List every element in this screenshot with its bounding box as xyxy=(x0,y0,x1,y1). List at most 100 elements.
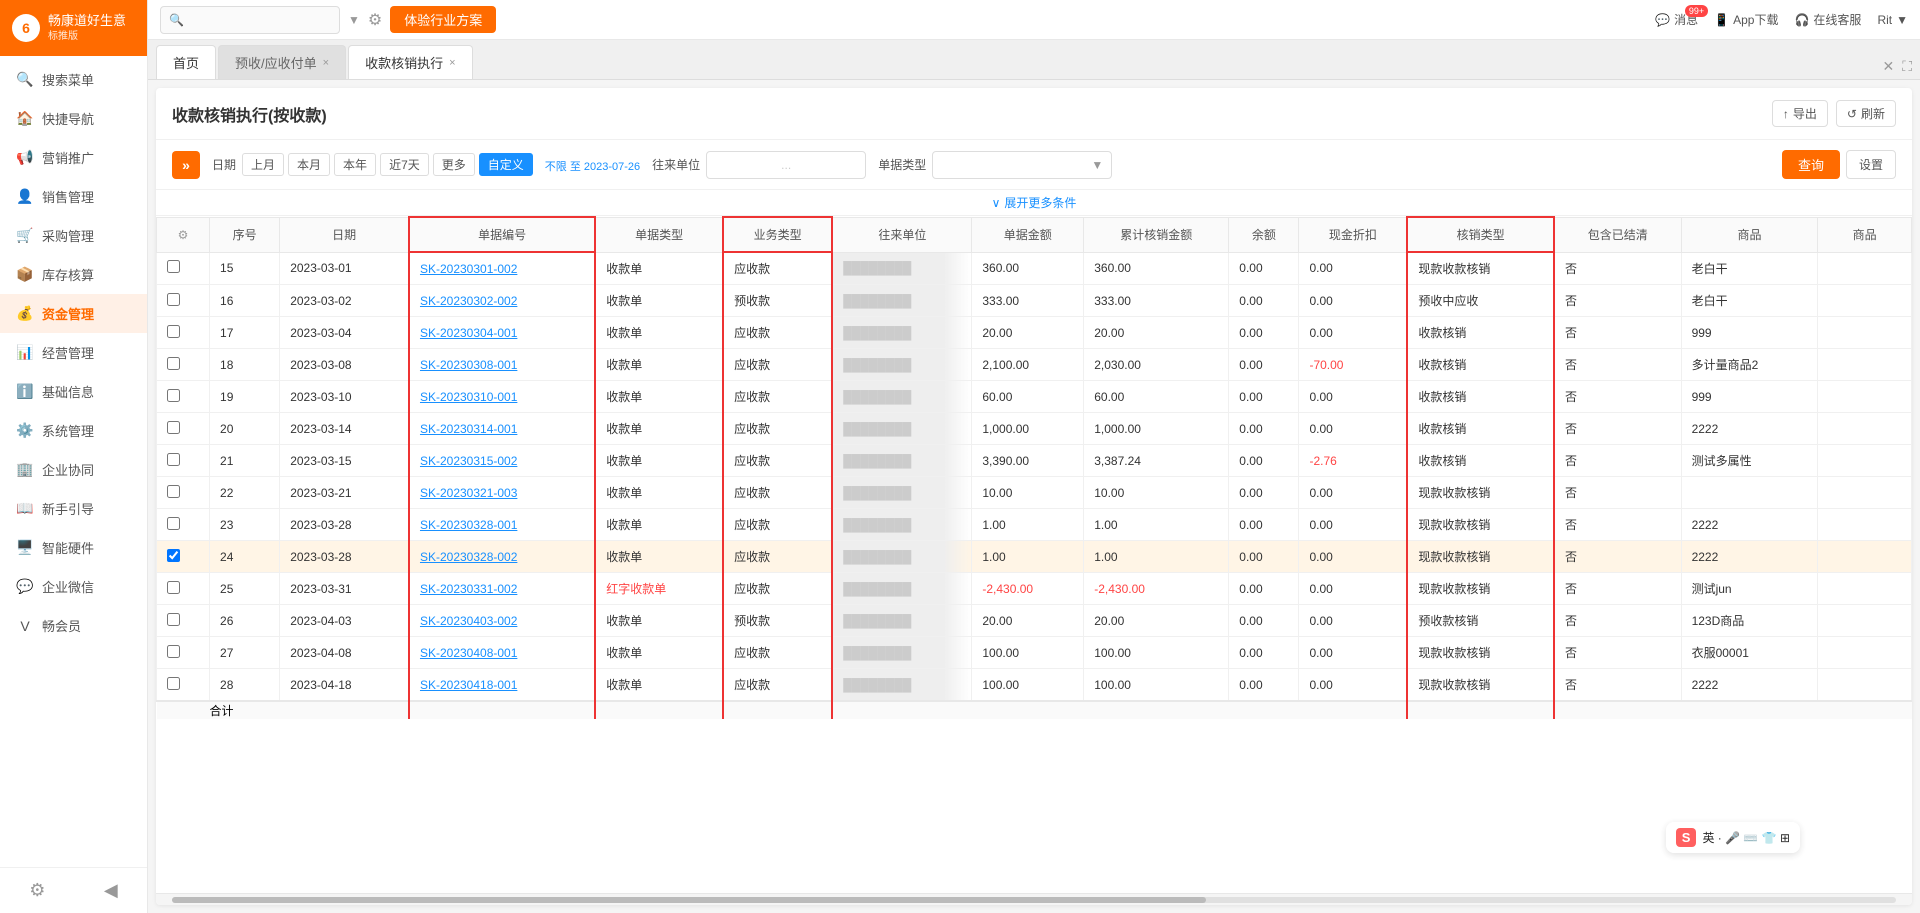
sidebar-item-system[interactable]: ⚙️系统管理 xyxy=(0,411,147,450)
cell-checkbox[interactable] xyxy=(157,445,210,477)
sidebar-item-marketing[interactable]: 📢营销推广 xyxy=(0,138,147,177)
table-row[interactable]: 15 2023-03-01 SK-20230301-002 收款单 应收款 ██… xyxy=(157,252,1912,285)
tab-close-icon[interactable]: ✕ xyxy=(1882,58,1894,75)
cell-partner: ████████ xyxy=(832,285,972,317)
filter-expand-button[interactable]: » xyxy=(172,151,200,179)
date-btn-last-month[interactable]: 上月 xyxy=(242,153,284,176)
date-btn-more[interactable]: 更多 xyxy=(433,153,475,176)
date-btn-this-month[interactable]: 本月 xyxy=(288,153,330,176)
table-row[interactable]: 18 2023-03-08 SK-20230308-001 收款单 应收款 ██… xyxy=(157,349,1912,381)
cell-checkbox[interactable] xyxy=(157,413,210,445)
topbar-arrow-icon[interactable]: ▼ xyxy=(348,13,360,27)
search-icon: 🔍 xyxy=(169,13,184,27)
receipt-type-select[interactable]: ▼ xyxy=(932,151,1112,179)
industry-solution-button[interactable]: 体验行业方案 xyxy=(390,6,496,33)
sidebar-item-member[interactable]: V畅会员 xyxy=(0,606,147,645)
partner-input[interactable]: ... xyxy=(706,151,866,179)
table-row[interactable]: 26 2023-04-03 SK-20230403-002 收款单 预收款 ██… xyxy=(157,605,1912,637)
cell-checkbox[interactable] xyxy=(157,669,210,702)
date-btn-custom[interactable]: 自定义 xyxy=(479,153,533,176)
cell-checkbox[interactable] xyxy=(157,381,210,413)
filter-settings-button[interactable]: 设置 xyxy=(1846,150,1896,179)
topbar-search[interactable]: 🔍 xyxy=(160,6,340,34)
cell-sk-no[interactable]: SK-20230408-001 xyxy=(409,637,595,669)
sidebar-item-inventory[interactable]: 📦库存核算 xyxy=(0,255,147,294)
cell-sk-no[interactable]: SK-20230403-002 xyxy=(409,605,595,637)
sidebar-icon-inventory: 📦 xyxy=(16,266,34,283)
table-row[interactable]: 16 2023-03-02 SK-20230302-002 收款单 预收款 ██… xyxy=(157,285,1912,317)
tab-collection-close[interactable]: × xyxy=(449,57,455,69)
refresh-button[interactable]: ↺ 刷新 xyxy=(1836,100,1896,127)
settings-gear-icon[interactable]: ⚙ xyxy=(25,876,49,905)
table-row[interactable]: 28 2023-04-18 SK-20230418-001 收款单 应收款 ██… xyxy=(157,669,1912,702)
sidebar-item-wechat[interactable]: 💬企业微信 xyxy=(0,567,147,606)
topbar-gear-icon[interactable]: ⚙ xyxy=(368,10,382,30)
table-row[interactable]: 19 2023-03-10 SK-20230310-001 收款单 应收款 ██… xyxy=(157,381,1912,413)
cell-checkbox[interactable] xyxy=(157,605,210,637)
cell-amount: 20.00 xyxy=(972,605,1084,637)
tab-prepay[interactable]: 预收/应收付单 × xyxy=(218,45,346,79)
sidebar-item-sales[interactable]: 👤销售管理 xyxy=(0,177,147,216)
tab-maximize-icon[interactable]: ⛶ xyxy=(1902,58,1912,75)
scroll-thumb[interactable] xyxy=(172,897,1206,903)
cell-checkbox[interactable] xyxy=(157,349,210,381)
sidebar-item-search[interactable]: 🔍搜索菜单 xyxy=(0,60,147,99)
cell-checkbox[interactable] xyxy=(157,252,210,285)
cell-sk-no[interactable]: SK-20230301-002 xyxy=(409,252,595,285)
cell-sk-no[interactable]: SK-20230308-001 xyxy=(409,349,595,381)
tab-collection[interactable]: 收款核销执行 × xyxy=(348,45,472,79)
cell-sk-no[interactable]: SK-20230328-001 xyxy=(409,509,595,541)
expand-more-button[interactable]: ∨ 展开更多条件 xyxy=(992,194,1077,211)
online-service-button[interactable]: 🎧 在线客服 xyxy=(1794,11,1861,28)
sidebar-item-operation[interactable]: 📊经营管理 xyxy=(0,333,147,372)
horizontal-scrollbar[interactable] xyxy=(156,893,1912,905)
app-download-button[interactable]: 📱 App下载 xyxy=(1714,11,1778,28)
col-header-gear[interactable]: ⚙ xyxy=(157,217,210,252)
user-menu[interactable]: Rit ▼ xyxy=(1877,13,1908,27)
cell-sk-no[interactable]: SK-20230302-002 xyxy=(409,285,595,317)
user-arrow-icon: ▼ xyxy=(1896,13,1908,27)
cell-sk-no[interactable]: SK-20230304-001 xyxy=(409,317,595,349)
cell-sk-no[interactable]: SK-20230314-001 xyxy=(409,413,595,445)
cell-sk-no[interactable]: SK-20230328-002 xyxy=(409,541,595,573)
cell-sk-no[interactable]: SK-20230315-002 xyxy=(409,445,595,477)
tab-prepay-close[interactable]: × xyxy=(323,57,329,69)
table-row[interactable]: 27 2023-04-08 SK-20230408-001 收款单 应收款 ██… xyxy=(157,637,1912,669)
sidebar-item-corp[interactable]: 🏢企业协同 xyxy=(0,450,147,489)
cell-checkbox[interactable] xyxy=(157,573,210,605)
cell-sk-no[interactable]: SK-20230310-001 xyxy=(409,381,595,413)
cell-cancel-type: 现款收款核销 xyxy=(1407,573,1554,605)
table-row[interactable]: 17 2023-03-04 SK-20230304-001 收款单 应收款 ██… xyxy=(157,317,1912,349)
sidebar-item-finance[interactable]: 💰资金管理 xyxy=(0,294,147,333)
sidebar-item-guide[interactable]: 📖新手引导 xyxy=(0,489,147,528)
table-row[interactable]: 24 2023-03-28 SK-20230328-002 收款单 应收款 ██… xyxy=(157,541,1912,573)
cell-sk-no[interactable]: SK-20230331-002 xyxy=(409,573,595,605)
date-filter-label: 日期 xyxy=(212,156,236,173)
table-row[interactable]: 21 2023-03-15 SK-20230315-002 收款单 应收款 ██… xyxy=(157,445,1912,477)
cell-checkbox[interactable] xyxy=(157,637,210,669)
cell-sk-no[interactable]: SK-20230321-003 xyxy=(409,477,595,509)
cell-checkbox[interactable] xyxy=(157,317,210,349)
export-button[interactable]: ↑ 导出 xyxy=(1772,100,1828,127)
cell-sk-no[interactable]: SK-20230418-001 xyxy=(409,669,595,702)
sidebar-item-hardware[interactable]: 🖥️智能硬件 xyxy=(0,528,147,567)
cell-checkbox[interactable] xyxy=(157,477,210,509)
date-btn-7days[interactable]: 近7天 xyxy=(380,153,429,176)
query-button[interactable]: 查询 xyxy=(1782,150,1840,179)
table-row[interactable]: 25 2023-03-31 SK-20230331-002 红字收款单 应收款 … xyxy=(157,573,1912,605)
sidebar-item-quicknav[interactable]: 🏠快捷导航 xyxy=(0,99,147,138)
cell-cash-discount: 0.00 xyxy=(1299,573,1407,605)
sidebar-item-purchase[interactable]: 🛒采购管理 xyxy=(0,216,147,255)
collapse-icon[interactable]: ◀ xyxy=(100,876,122,905)
table-row[interactable]: 20 2023-03-14 SK-20230314-001 收款单 应收款 ██… xyxy=(157,413,1912,445)
date-btn-this-year[interactable]: 本年 xyxy=(334,153,376,176)
cell-biz-type: 应收款 xyxy=(723,445,832,477)
cell-checkbox[interactable] xyxy=(157,285,210,317)
messages-button[interactable]: 💬 消息 99+ xyxy=(1655,11,1698,28)
tab-home[interactable]: 首页 xyxy=(156,45,216,79)
cell-checkbox[interactable] xyxy=(157,509,210,541)
sidebar-item-basic[interactable]: ℹ️基础信息 xyxy=(0,372,147,411)
table-row[interactable]: 23 2023-03-28 SK-20230328-001 收款单 应收款 ██… xyxy=(157,509,1912,541)
table-row[interactable]: 22 2023-03-21 SK-20230321-003 收款单 应收款 ██… xyxy=(157,477,1912,509)
cell-checkbox[interactable] xyxy=(157,541,210,573)
